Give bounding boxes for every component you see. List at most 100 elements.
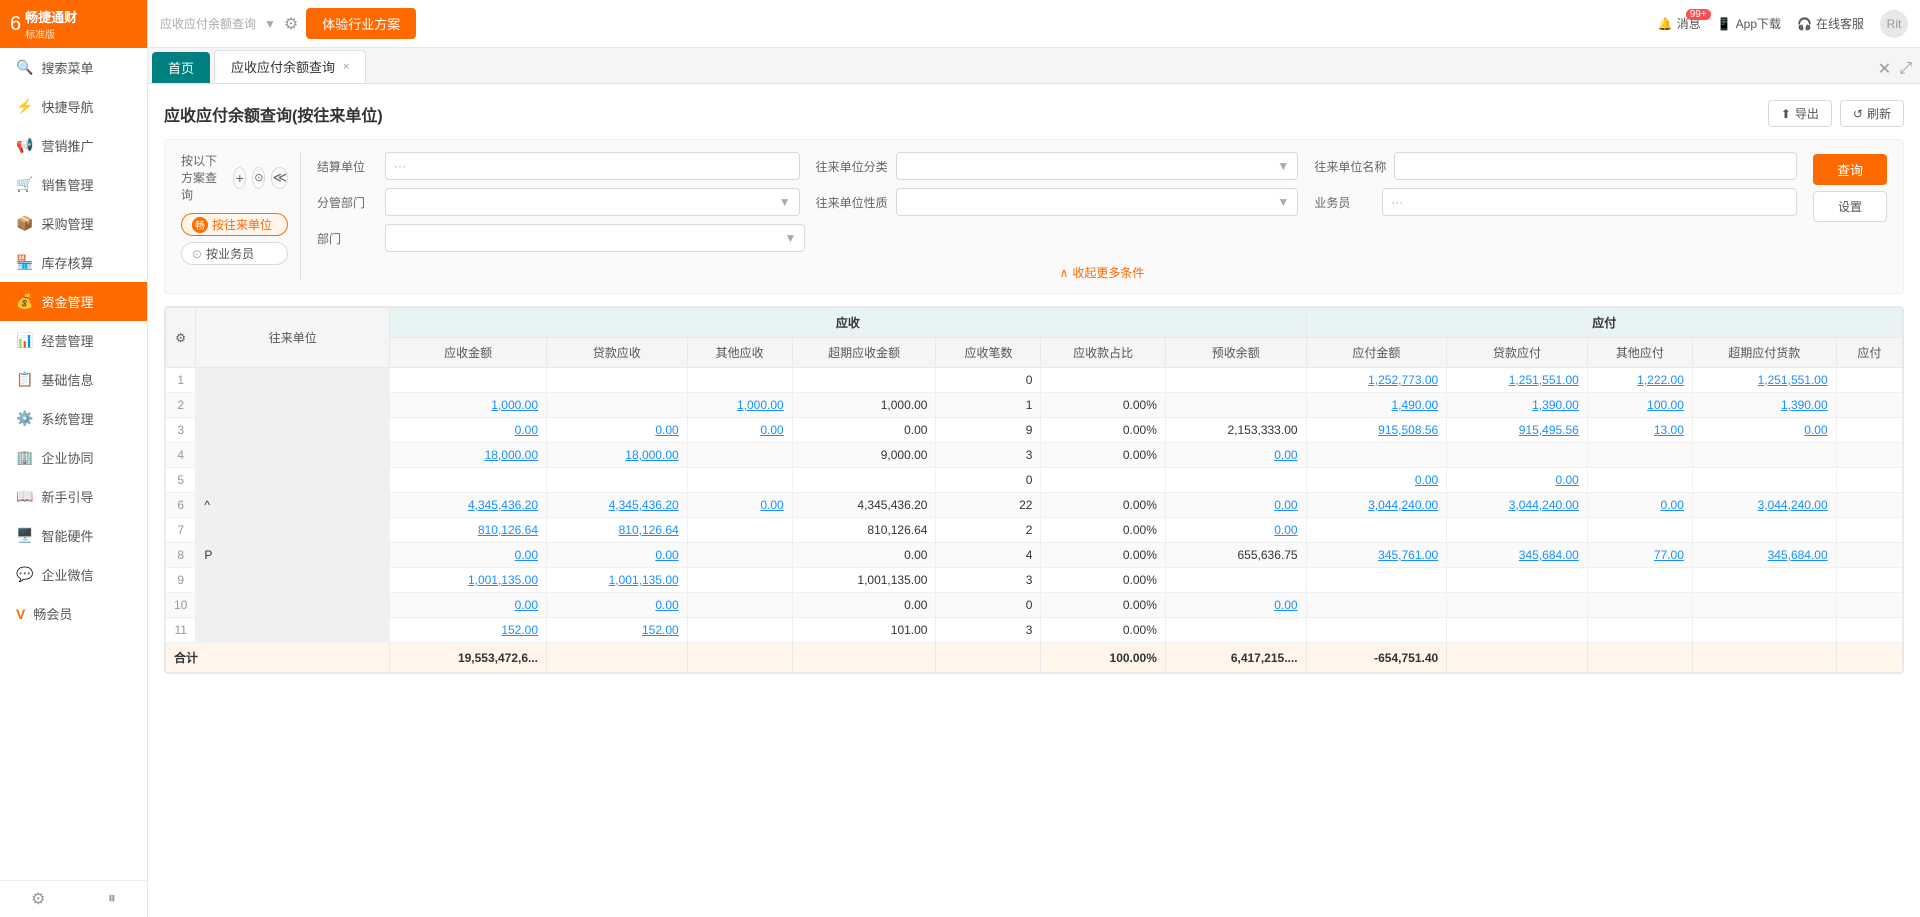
scheme-by-salesman[interactable]: ⊙ 按业务员 bbox=[181, 242, 288, 265]
filter-row-1: 结算单位 ··· 往来单位分类 bbox=[317, 152, 1797, 180]
col-rec-other: 其他应收 bbox=[687, 338, 792, 368]
col-pay-loan: 贷款应付 bbox=[1447, 338, 1588, 368]
sidebar-item-operations[interactable]: 📊 经营管理 bbox=[0, 321, 147, 360]
table-row: 7 810,126.64 810,126.64 810,126.64 2 0.0… bbox=[166, 518, 1903, 543]
sidebar-item-quicknav[interactable]: ⚡ 快捷导航 bbox=[0, 87, 147, 126]
app-download-btn[interactable]: 📱 App下载 bbox=[1717, 15, 1781, 32]
sales-icon: 🛒 bbox=[16, 176, 33, 193]
sidebar-item-purchase[interactable]: 📦 采购管理 bbox=[0, 204, 147, 243]
refresh-button[interactable]: ↺ 刷新 bbox=[1840, 100, 1904, 127]
collapse-btn[interactable]: ∧ 收起更多条件 bbox=[317, 264, 1887, 281]
sidebar-item-vip[interactable]: V 畅会员 bbox=[0, 594, 147, 633]
breadcrumb-dropdown-icon[interactable]: ▼ bbox=[264, 17, 276, 31]
page-header: 应收应付余额查询(按往来单位) ⬆ 导出 ↺ 刷新 bbox=[164, 100, 1904, 127]
export-icon: ⬆ bbox=[1781, 107, 1791, 121]
sidebar-item-search[interactable]: 🔍 搜索菜单 bbox=[0, 48, 147, 87]
col-gear[interactable]: ⚙ bbox=[166, 308, 196, 368]
finance-icon: 💰 bbox=[16, 293, 33, 310]
partner-name-input[interactable] bbox=[1394, 152, 1797, 180]
service-icon: 🎧 bbox=[1797, 17, 1812, 31]
col-rec-count: 应收笔数 bbox=[936, 338, 1041, 368]
footer-rec-ratio: 100.00% bbox=[1041, 643, 1165, 673]
table-row: 9 1,001,135.00 1,001,135.00 1,001,135.00… bbox=[166, 568, 1903, 593]
sidebar-item-system[interactable]: ⚙️ 系统管理 bbox=[0, 399, 147, 438]
col-pay-other: 其他应付 bbox=[1587, 338, 1692, 368]
hardware-icon: 🖥️ bbox=[16, 527, 33, 544]
filter-scheme-label: 按以下方案查询 bbox=[181, 152, 227, 203]
filter-area: 按以下方案查询 + ⊙ ≪ 畅 按往来单位 ⊙ 按业务员 bbox=[164, 139, 1904, 294]
operations-icon: 📊 bbox=[16, 332, 33, 349]
col-group-payable: 应付 bbox=[1306, 308, 1902, 338]
table-container: ⚙ 往来单位 应收 应付 应收金额 贷款应收 其他应收 超期应收金额 应收笔数 bbox=[164, 306, 1904, 674]
partner-category-input[interactable]: ▼ bbox=[896, 152, 1299, 180]
wecom-icon: 💬 bbox=[16, 566, 33, 583]
edit-scheme-icon[interactable]: ⊙ bbox=[252, 167, 265, 189]
app-name: 畅捷通财 bbox=[25, 7, 77, 26]
top-bar-left: 应收应付余额查询 ▼ ⚙ 体验行业方案 bbox=[160, 8, 416, 39]
partner-nature-input[interactable]: ▼ bbox=[896, 188, 1299, 216]
sidebar-item-sales[interactable]: 🛒 销售管理 bbox=[0, 165, 147, 204]
col-partner-header: 往来单位 bbox=[196, 308, 390, 368]
table-footer-row: 合计 19,553,472,6... 100.00% 6,417,215....… bbox=[166, 643, 1903, 673]
filter-partner-nature: 往来单位性质 ▼ bbox=[816, 188, 1299, 216]
tab-close-icon[interactable]: × bbox=[343, 61, 349, 73]
export-button[interactable]: ⬆ 导出 bbox=[1768, 100, 1832, 127]
sidebar-item-hardware[interactable]: 🖥️ 智能硬件 bbox=[0, 516, 147, 555]
more-scheme-icon[interactable]: ≪ bbox=[271, 167, 288, 189]
notification-badge: 99+ bbox=[1686, 9, 1711, 20]
col-group-receivable: 应收 bbox=[390, 308, 1306, 338]
app-edition: 标准版 bbox=[25, 26, 77, 41]
solution-button[interactable]: 体验行业方案 bbox=[306, 8, 416, 39]
col-rec-amount: 应收金额 bbox=[390, 338, 547, 368]
sidebar-item-basic[interactable]: 📋 基础信息 bbox=[0, 360, 147, 399]
tab-expand-icon[interactable]: ⤢ bbox=[1899, 60, 1912, 78]
purchase-icon: 📦 bbox=[16, 215, 33, 232]
tab-home[interactable]: 首页 bbox=[152, 52, 210, 83]
user-avatar[interactable]: Rit bbox=[1880, 10, 1908, 38]
guide-icon: 📖 bbox=[16, 488, 33, 505]
tab-close-window-icon[interactable]: ✕ bbox=[1878, 59, 1891, 79]
refresh-icon: ↺ bbox=[1853, 107, 1863, 121]
filter-settlement-unit: 结算单位 ··· bbox=[317, 152, 800, 180]
dept-input[interactable]: ▼ bbox=[385, 188, 800, 216]
page-header-actions: ⬆ 导出 ↺ 刷新 bbox=[1768, 100, 1904, 127]
branch-dept-input[interactable]: ▼ bbox=[385, 224, 805, 252]
table-row: 10 0.00 0.00 0.00 0 0.00% 0.00 bbox=[166, 593, 1903, 618]
table-row: 11 152.00 152.00 101.00 3 0.00% bbox=[166, 618, 1903, 643]
settings-icon[interactable]: ⚙ bbox=[284, 14, 298, 34]
notification-bell[interactable]: 🔔 消息 99+ bbox=[1658, 15, 1701, 32]
online-service-label: 在线客服 bbox=[1816, 15, 1864, 32]
setting-button[interactable]: 设置 bbox=[1813, 191, 1887, 222]
table-row: 4 18,000.00 18,000.00 9,000.00 3 0.00% 0… bbox=[166, 443, 1903, 468]
footer-rec-amount: 19,553,472,6... bbox=[390, 643, 547, 673]
sidebar-item-finance[interactable]: 💰 资金管理 bbox=[0, 282, 147, 321]
table-row: 5 0 0.00 0.00 bbox=[166, 468, 1903, 493]
col-rec-overdue: 超期应收金额 bbox=[792, 338, 936, 368]
gear-settings-icon[interactable]: ⚙ bbox=[175, 331, 186, 345]
tab-current[interactable]: 应收应付余额查询 × bbox=[214, 50, 366, 83]
online-service-btn[interactable]: 🎧 在线客服 bbox=[1797, 15, 1864, 32]
scheme-by-partner[interactable]: 畅 按往来单位 bbox=[181, 213, 288, 236]
sidebar-item-wecom[interactable]: 💬 企业微信 bbox=[0, 555, 147, 594]
collapse-sidebar-icon[interactable]: ⏸ bbox=[108, 890, 116, 908]
table-row: 8 P 0.00 0.00 0.00 4 0.00% 655,636.75 34… bbox=[166, 543, 1903, 568]
settings-bottom-icon[interactable]: ⚙ bbox=[31, 889, 45, 909]
vip-icon: V bbox=[16, 606, 25, 622]
sidebar-item-inventory[interactable]: 🏪 库存核算 bbox=[0, 243, 147, 282]
sidebar-item-marketing[interactable]: 📢 营销推广 bbox=[0, 126, 147, 165]
filter-partner-name: 往来单位名称 bbox=[1314, 152, 1797, 180]
filter-branch-dept: 部门 ▼ bbox=[317, 224, 805, 252]
filter-salesman: 业务员 ··· bbox=[1314, 188, 1797, 216]
query-button[interactable]: 查询 bbox=[1813, 154, 1887, 185]
col-pay-overdue: 超期应付货款 bbox=[1692, 338, 1836, 368]
col-rec-ratio: 应收款占比 bbox=[1041, 338, 1165, 368]
settlement-unit-input[interactable]: ··· bbox=[385, 152, 800, 180]
salesman-input[interactable]: ··· bbox=[1382, 188, 1797, 216]
search-icon: 🔍 bbox=[16, 59, 33, 76]
page-content: 应收应付余额查询(按往来单位) ⬆ 导出 ↺ 刷新 bbox=[148, 84, 1920, 917]
add-scheme-icon[interactable]: + bbox=[233, 167, 246, 189]
filter-row-2: 分管部门 ▼ 往来单位性质 bbox=[317, 188, 1797, 216]
sidebar-item-guide[interactable]: 📖 新手引导 bbox=[0, 477, 147, 516]
sidebar-item-collab[interactable]: 🏢 企业协同 bbox=[0, 438, 147, 477]
filter-right-actions: 查询 设置 bbox=[1813, 152, 1887, 260]
